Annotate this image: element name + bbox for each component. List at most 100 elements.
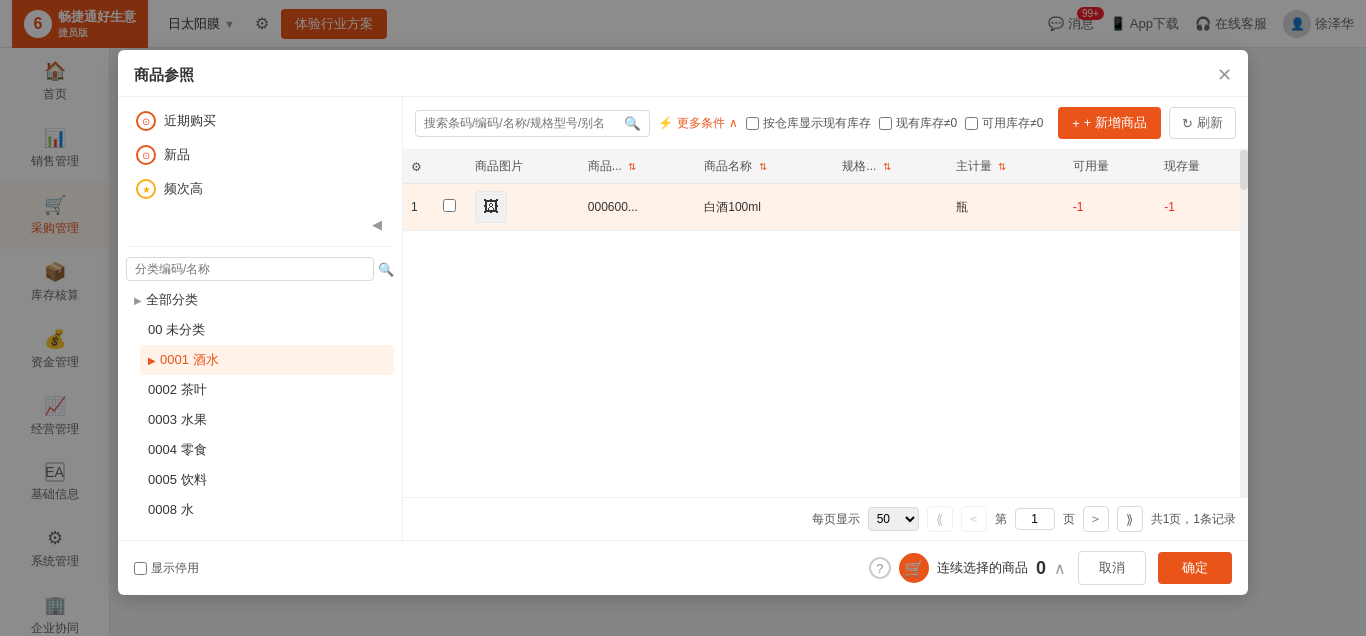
category-tree: ▶ 全部分类 00 未分类 ▶ 0001 酒水 0002 茶叶 0003 水果 xyxy=(118,285,402,532)
tree-item-tea[interactable]: 0002 茶叶 xyxy=(140,375,394,405)
quick-nav-new[interactable]: ⊙ 新品 xyxy=(126,139,394,171)
quick-nav-frequent-label: 频次高 xyxy=(164,180,203,198)
quick-nav-frequent[interactable]: ★ 频次高 xyxy=(126,173,394,205)
cell-stock: -1 xyxy=(1156,184,1248,231)
category-search-icon[interactable]: 🔍 xyxy=(378,262,394,277)
cart-summary: ? 🛒 连续选择的商品 0 ∧ xyxy=(869,553,1066,583)
refresh-label: 刷新 xyxy=(1197,114,1223,132)
col-code[interactable]: 商品... ⇅ xyxy=(580,150,696,184)
quick-nav-recent-label: 近期购买 xyxy=(164,112,216,130)
row-checkbox[interactable] xyxy=(443,199,456,212)
tree-arrow-all: ▶ xyxy=(134,295,142,306)
filter-button[interactable]: ⚡ 更多条件 ∧ xyxy=(658,115,738,132)
col-stock: 现存量 xyxy=(1156,150,1248,184)
product-table-wrap: ⚙ 商品图片 商品... ⇅ 商品名称 ⇅ 规格... ⇅ 主计量 ⇅ 可用量 … xyxy=(403,150,1248,497)
modal-header: 商品参照 ✕ xyxy=(118,50,1248,97)
recent-icon: ⊙ xyxy=(136,111,156,131)
table-body: 1 🖼 000600... 白酒100ml 瓶 -1 -1 xyxy=(403,184,1248,231)
warehouse-filter[interactable]: 按仓库显示现有库存 xyxy=(746,115,871,132)
tree-label-liquor: 0001 酒水 xyxy=(160,351,219,369)
tree-item-snack[interactable]: 0004 零食 xyxy=(140,435,394,465)
add-icon: + xyxy=(1072,116,1080,131)
refresh-product-button[interactable]: ↻ 刷新 xyxy=(1169,107,1236,139)
cell-available: -1 xyxy=(1065,184,1157,231)
tree-item-liquor[interactable]: ▶ 0001 酒水 xyxy=(140,345,394,375)
cell-checkbox[interactable] xyxy=(435,184,467,231)
product-search-wrap: 🔍 xyxy=(415,110,650,137)
page-size-select[interactable]: 50 100 200 xyxy=(868,507,919,531)
product-search-button[interactable]: 🔍 xyxy=(616,111,649,136)
cart-icon: 🛒 xyxy=(899,553,929,583)
total-info: 共1页，1条记录 xyxy=(1151,511,1236,528)
modal-footer: 显示停用 ? 🛒 连续选择的商品 0 ∧ 取消 确定 xyxy=(118,540,1248,595)
table-row[interactable]: 1 🖼 000600... 白酒100ml 瓶 -1 -1 xyxy=(403,184,1248,231)
confirm-button[interactable]: 确定 xyxy=(1158,552,1232,584)
next-page-button[interactable]: ＞ xyxy=(1083,506,1109,532)
quick-nav: ⊙ 近期购买 ⊙ 新品 ★ 频次高 xyxy=(118,105,402,205)
category-search-input[interactable] xyxy=(126,257,374,281)
product-image: 🖼 xyxy=(475,191,507,223)
col-name[interactable]: 商品名称 ⇅ xyxy=(696,150,834,184)
cancel-button[interactable]: 取消 xyxy=(1078,551,1146,585)
tree-label-appliance: 0010 家电 xyxy=(148,531,207,532)
warehouse-label: 按仓库显示现有库存 xyxy=(763,115,871,132)
refresh-icon: ↻ xyxy=(1182,116,1193,131)
stock-filter[interactable]: 现有库存≠0 xyxy=(879,115,957,132)
cart-collapse-button[interactable]: ∧ xyxy=(1054,559,1066,578)
col-checkbox xyxy=(435,150,467,184)
cell-unit: 瓶 xyxy=(948,184,1065,231)
toolbar-right: + + 新增商品 ↻ 刷新 xyxy=(1058,107,1236,139)
frequent-icon: ★ xyxy=(136,179,156,199)
prev-page-button[interactable]: ＜ xyxy=(961,506,987,532)
scrollbar-thumb[interactable] xyxy=(1240,150,1248,190)
cart-label: 连续选择的商品 xyxy=(937,559,1028,577)
tree-label-all: 全部分类 xyxy=(146,291,198,309)
add-product-button[interactable]: + + 新增商品 xyxy=(1058,107,1161,139)
tree-item-fruit[interactable]: 0003 水果 xyxy=(140,405,394,435)
col-settings[interactable]: ⚙ xyxy=(403,150,435,184)
warehouse-checkbox[interactable] xyxy=(746,117,759,130)
stock-checkbox[interactable] xyxy=(879,117,892,130)
page-label: 第 xyxy=(995,511,1007,528)
product-list-panel: 🔍 ⚡ 更多条件 ∧ 按仓库显示现有库存 现有库存≠0 可用库存≠0 xyxy=(403,97,1248,540)
available-checkbox[interactable] xyxy=(965,117,978,130)
tree-item-water[interactable]: 0008 水 xyxy=(140,495,394,525)
tree-item-appliance[interactable]: 0010 家电 xyxy=(140,525,394,532)
quick-nav-new-label: 新品 xyxy=(164,146,190,164)
page-size-label: 每页显示 xyxy=(812,511,860,528)
category-panel: ⊙ 近期购买 ⊙ 新品 ★ 频次高 ◀ 🔍 xyxy=(118,97,403,540)
page-label-2: 页 xyxy=(1063,511,1075,528)
quick-nav-recent[interactable]: ⊙ 近期购买 xyxy=(126,105,394,137)
left-divider xyxy=(126,246,394,247)
tree-item-beverage[interactable]: 0005 饮料 xyxy=(140,465,394,495)
first-page-button[interactable]: ⟪ xyxy=(927,506,953,532)
pagination: 每页显示 50 100 200 ⟪ ＜ 第 页 ＞ ⟫ 共1页，1条记录 xyxy=(403,497,1248,540)
tree-label-beverage: 0005 饮料 xyxy=(148,471,207,489)
product-search-input[interactable] xyxy=(416,111,616,135)
available-filter[interactable]: 可用库存≠0 xyxy=(965,115,1043,132)
tree-item-all[interactable]: ▶ 全部分类 xyxy=(126,285,394,315)
cell-index: 1 xyxy=(403,184,435,231)
col-spec[interactable]: 规格... ⇅ xyxy=(834,150,947,184)
tree-item-uncategorized[interactable]: 00 未分类 xyxy=(140,315,394,345)
stock-label: 现有库存≠0 xyxy=(896,115,957,132)
modal-close-button[interactable]: ✕ xyxy=(1217,64,1232,86)
product-reference-modal: 商品参照 ✕ ⊙ 近期购买 ⊙ 新品 ★ 频次高 ◀ xyxy=(118,50,1248,595)
modal-body: ⊙ 近期购买 ⊙ 新品 ★ 频次高 ◀ 🔍 xyxy=(118,97,1248,540)
category-search-row: 🔍 xyxy=(118,253,402,285)
show-disabled-filter[interactable]: 显示停用 xyxy=(134,560,199,577)
col-unit[interactable]: 主计量 ⇅ xyxy=(948,150,1065,184)
collapse-button[interactable]: ◀ xyxy=(368,213,386,236)
table-scrollbar[interactable] xyxy=(1240,150,1248,497)
help-icon[interactable]: ? xyxy=(869,557,891,579)
tree-label-tea: 0002 茶叶 xyxy=(148,381,207,399)
cell-code: 000600... xyxy=(580,184,696,231)
cell-image: 🖼 xyxy=(467,184,580,231)
show-disabled-checkbox[interactable] xyxy=(134,562,147,575)
last-page-button[interactable]: ⟫ xyxy=(1117,506,1143,532)
filter-icon: ⚡ xyxy=(658,116,673,130)
product-table: ⚙ 商品图片 商品... ⇅ 商品名称 ⇅ 规格... ⇅ 主计量 ⇅ 可用量 … xyxy=(403,150,1248,231)
filter-arrow-icon: ∧ xyxy=(729,116,738,130)
add-label: + 新增商品 xyxy=(1084,114,1147,132)
page-number-input[interactable] xyxy=(1015,508,1055,530)
